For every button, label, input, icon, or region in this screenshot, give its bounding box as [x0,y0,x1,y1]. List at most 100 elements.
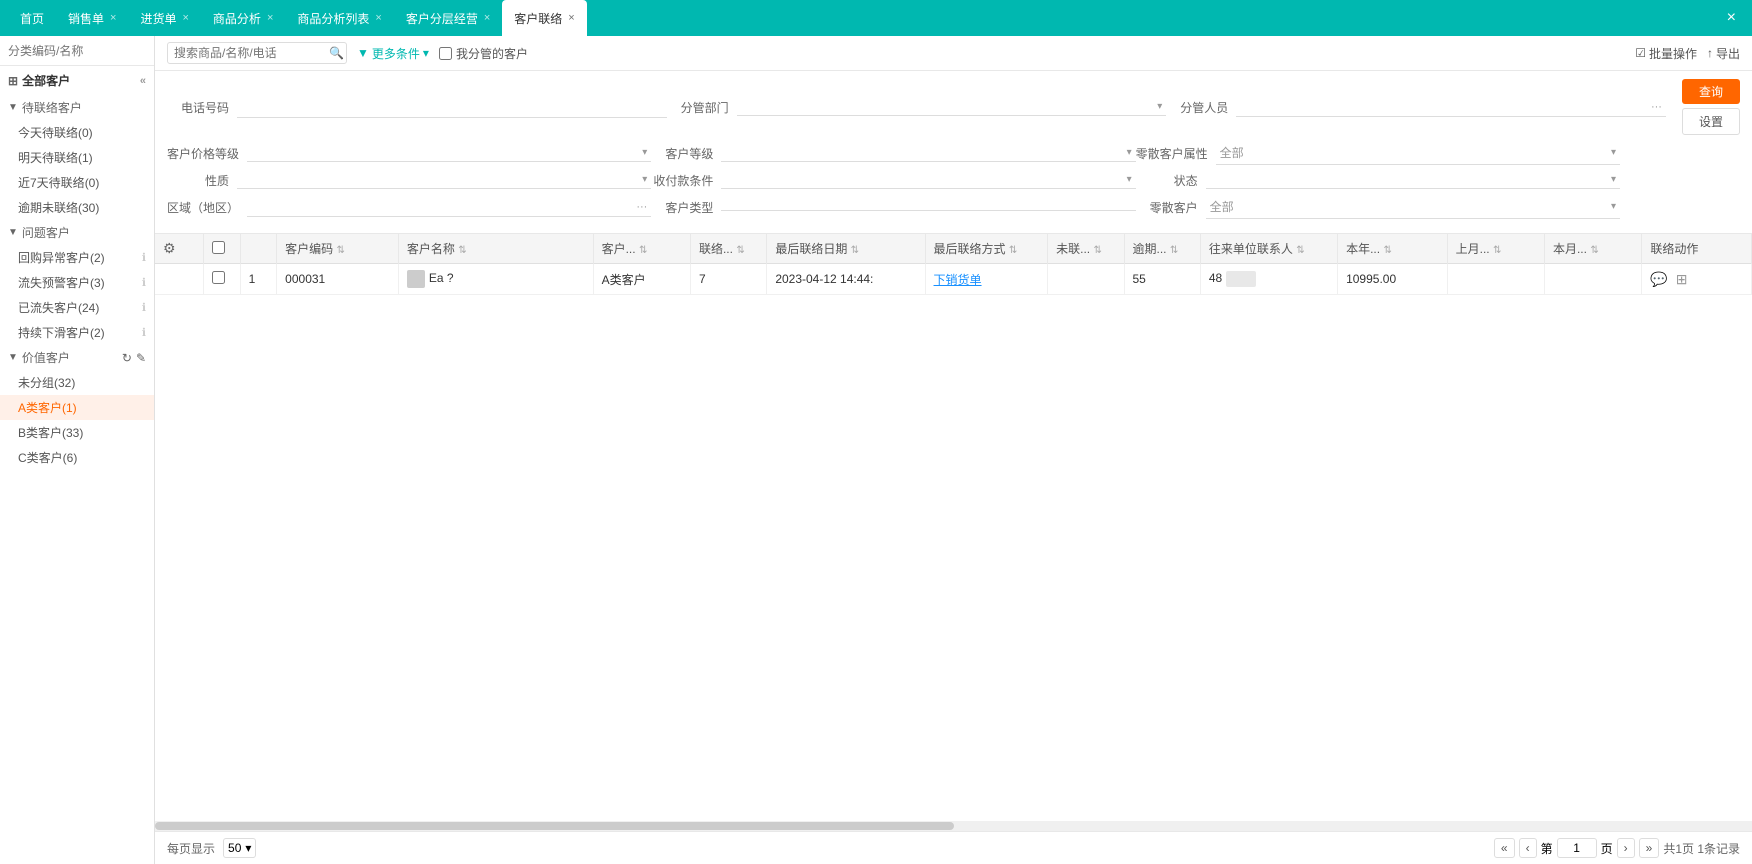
th-last-month[interactable]: 上月... ⇅ [1447,234,1544,264]
th-checkbox[interactable] [204,234,241,264]
sidebar-item-lost-warning[interactable]: 流失预警客户 (3) ℹ [0,270,154,295]
manager-select[interactable]: ··· [1236,98,1666,117]
sidebar-item-today[interactable]: 今天待联络 (0) [0,120,154,145]
page-input[interactable] [1557,838,1597,858]
page-label: 页 [1601,840,1613,857]
nav-close-all[interactable]: × [1719,9,1744,27]
prev-page-btn[interactable]: ‹ [1519,838,1537,858]
th-action-label: 联络动作 [1650,242,1698,256]
th-settings[interactable]: ⚙ [155,234,204,264]
edit-icon[interactable]: ✎ [136,351,146,365]
first-page-btn[interactable]: « [1494,838,1515,858]
tab-product-analysis[interactable]: 商品分析 × [201,0,285,36]
nature-select[interactable]: ▾ [237,171,651,189]
value-customers-actions: ↻ ✎ [122,351,146,365]
sidebar-item-unclassified-label: 未分组 [18,374,54,391]
th-code[interactable]: 客户编码 ⇅ [277,234,399,264]
tab-purchase[interactable]: 进货单 × [128,0,200,36]
batch-op-btn[interactable]: ☑ 批量操作 [1635,45,1697,62]
tab-product-list[interactable]: 商品分析列表 × [285,0,393,36]
dept-select[interactable]: ▾ [737,98,1167,116]
sort-icon-date: ⇅ [851,245,859,256]
th-unit-contact[interactable]: 往来单位联系人 ⇅ [1200,234,1337,264]
tab-customer-contact[interactable]: 客户联络 × [502,0,586,36]
problem-customers-group[interactable]: ▼ 问题客户 [0,220,154,245]
tab-product-analysis-close[interactable]: × [267,12,273,24]
filter-status: 状态 ▾ [1136,171,1620,189]
sidebar-search-input[interactable] [8,44,155,58]
main-layout: 🔍 ⊞ 全部客户 « ▼ 待联络客户 今天待联络 (0) 明天待联络 (1) 近… [0,36,1752,864]
grid-icon: ⊞ [8,74,18,88]
th-contact[interactable]: 联络... ⇅ [690,234,766,264]
sidebar-item-7days[interactable]: 近7天待联络 (0) [0,170,154,195]
th-last-contact-date[interactable]: 最后联络日期 ⇅ [767,234,925,264]
price-level-select[interactable]: ▾ [247,144,651,162]
sidebar-item-tomorrow[interactable]: 明天待联络 (1) [0,145,154,170]
customer-level-select[interactable]: ▾ [721,144,1135,162]
filter-search-icon[interactable]: 🔍 [329,46,344,60]
sidebar-item-abnormal[interactable]: 回购异常客户 (2) ℹ [0,245,154,270]
th-last-contact-method[interactable]: 最后联络方式 ⇅ [925,234,1048,264]
refresh-icon[interactable]: ↻ [122,351,132,365]
sidebar-item-unclassified[interactable]: 未分组 (32) [0,370,154,395]
sidebar-item-declining[interactable]: 持续下滑客户 (2) ℹ [0,320,154,345]
tab-customer-segment[interactable]: 客户分层经营 × [394,0,502,36]
my-customer-checkbox[interactable] [439,47,452,60]
chat-icon[interactable]: 💬 [1650,271,1667,288]
query-button[interactable]: 查询 [1682,79,1740,104]
th-action: 联络动作 [1642,234,1752,264]
sidebar-item-b-class[interactable]: B类客户 (33) [0,420,154,445]
pending-contact-group[interactable]: ▼ 待联络客户 [0,95,154,120]
th-name[interactable]: 客户名称 ⇅ [398,234,593,264]
region-select[interactable]: ··· [247,198,651,217]
collapse-icon[interactable]: « [140,75,146,87]
qr-icon[interactable]: ⊞ [1676,271,1688,288]
contact-method-link[interactable]: 下销货单 [934,273,982,287]
sidebar-item-tomorrow-label: 明天待联络 [18,149,78,166]
last-page-btn[interactable]: » [1639,838,1660,858]
tab-sales-close[interactable]: × [110,12,116,24]
next-page-btn[interactable]: › [1617,838,1635,858]
export-btn[interactable]: ↑ 导出 [1707,45,1740,62]
select-all-checkbox[interactable] [212,241,225,254]
th-code-label: 客户编码 [285,242,333,256]
cell-type: A类客户 [593,264,690,295]
cell-last-contact-method[interactable]: 下销货单 [925,264,1048,295]
retail-customer-select[interactable]: 全部 ▾ [1206,195,1620,219]
horizontal-scrollbar[interactable] [155,821,1752,831]
filter-search-input[interactable] [174,46,329,60]
payment-select[interactable]: ▾ [721,171,1135,189]
tab-customer-contact-close[interactable]: × [568,12,574,24]
sidebar-item-lost[interactable]: 已流失客户 (24) ℹ [0,295,154,320]
sidebar-all-customers-header[interactable]: ⊞ 全部客户 « [0,66,154,95]
setting-button[interactable]: 设置 [1682,108,1740,135]
tab-product-list-label: 商品分析列表 [297,10,369,27]
th-this-year[interactable]: 本年... ⇅ [1338,234,1448,264]
sidebar-item-a-class[interactable]: A类客户 (1) [0,395,154,420]
retail-customer-value: 全部 [1210,198,1611,215]
value-customers-group[interactable]: ▼ 价值客户 ↻ ✎ [0,345,154,370]
tab-customer-segment-label: 客户分层经营 [406,10,478,27]
tab-home[interactable]: 首页 [8,0,56,36]
status-select[interactable]: ▾ [1206,171,1620,189]
row-checkbox[interactable] [212,271,225,284]
settings-gear-icon[interactable]: ⚙ [163,240,176,256]
page-size-select[interactable]: 50 ▾ [223,838,256,858]
phone-input[interactable] [237,97,667,118]
cell-checkbox[interactable] [204,264,241,295]
retail-attr-select[interactable]: 全部 ▾ [1216,141,1620,165]
th-no-contact[interactable]: 未联... ⇅ [1048,234,1124,264]
filter-more-btn[interactable]: ▼ 更多条件 ▾ [357,45,429,62]
price-level-label: 客户价格等级 [167,145,247,162]
th-type[interactable]: 客户... ⇅ [593,234,690,264]
tab-sales[interactable]: 销售单 × [56,0,128,36]
tab-product-list-close[interactable]: × [375,12,381,24]
customer-type-select[interactable] [721,204,1135,211]
th-this-month[interactable]: 本月... ⇅ [1544,234,1641,264]
tab-purchase-close[interactable]: × [182,12,188,24]
th-overdue[interactable]: 逾期... ⇅ [1124,234,1200,264]
sidebar-item-c-class[interactable]: C类客户 (6) [0,445,154,470]
sidebar-item-overdue[interactable]: 逾期未联络 (30) [0,195,154,220]
scrollbar-thumb[interactable] [155,822,954,830]
tab-customer-segment-close[interactable]: × [484,12,490,24]
